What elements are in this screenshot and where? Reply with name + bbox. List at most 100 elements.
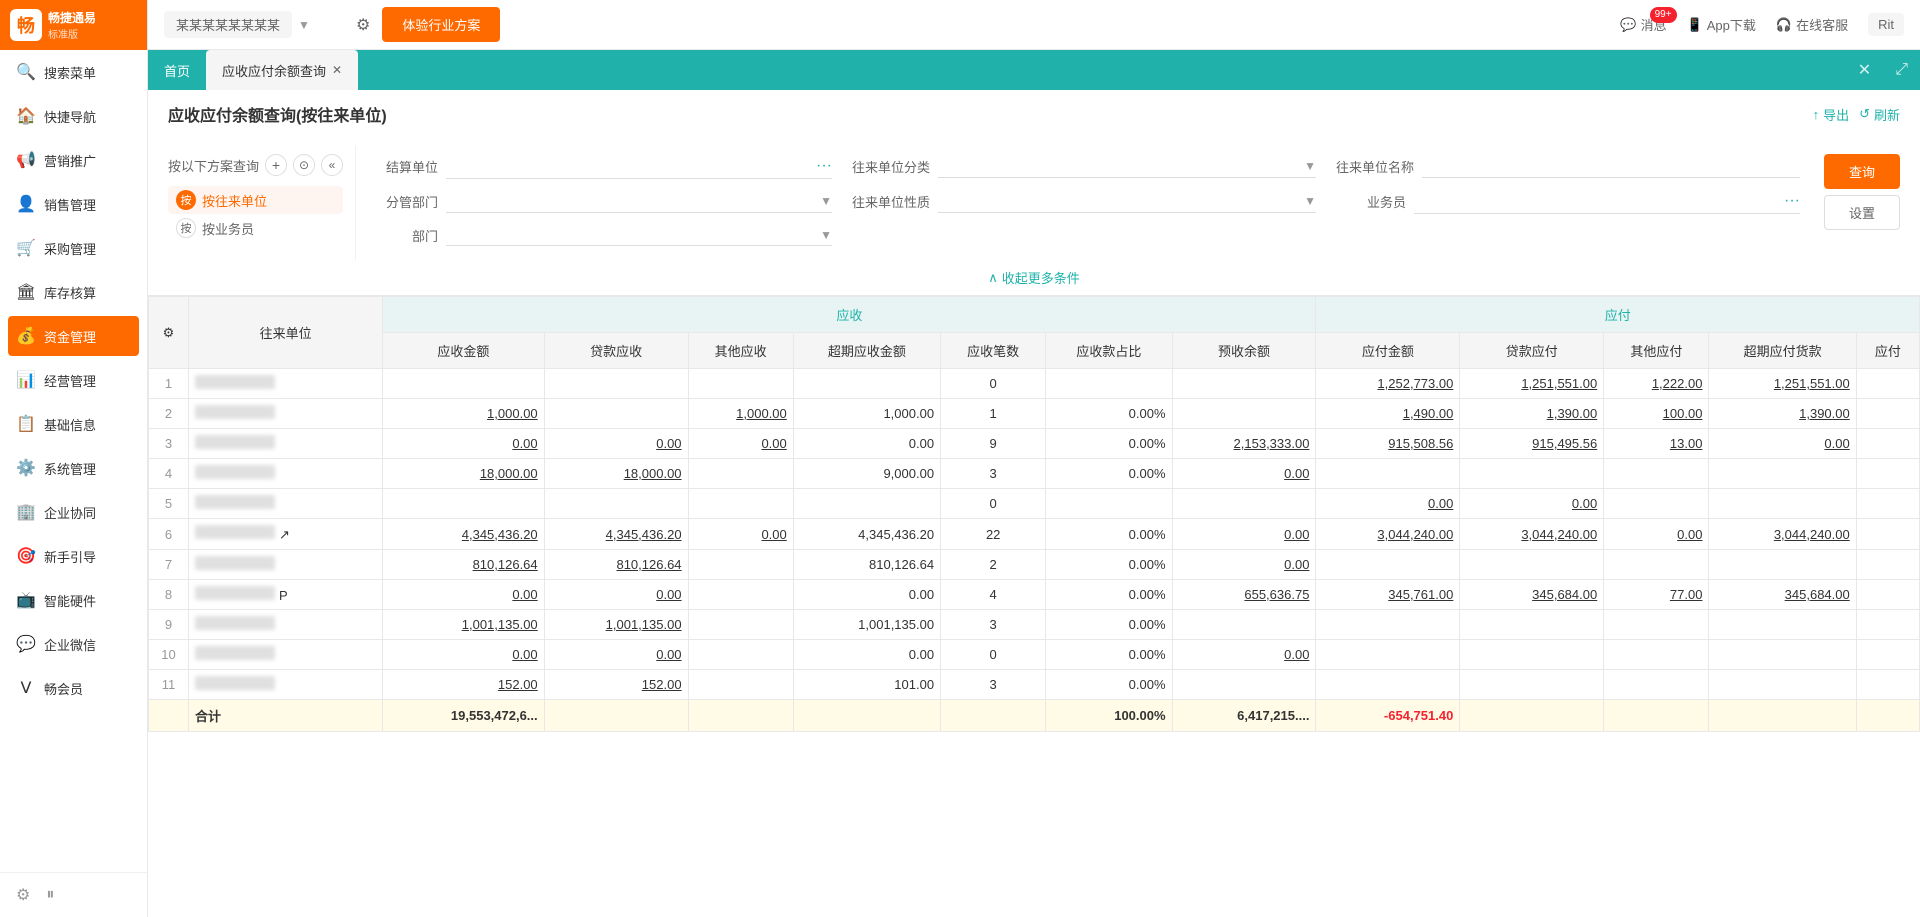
cell-link[interactable]: 152.00 <box>498 677 538 692</box>
salesman-input[interactable] <box>1414 194 1784 209</box>
salesman-dots-icon[interactable]: ··· <box>1784 192 1800 210</box>
cell-link[interactable]: 13.00 <box>1670 436 1703 451</box>
topbar-gear-icon[interactable]: ⚙ <box>356 15 370 35</box>
cell-link[interactable]: 0.00 <box>512 647 537 662</box>
cell-link[interactable]: 0.00 <box>761 436 786 451</box>
cell-link[interactable]: 77.00 <box>1670 587 1703 602</box>
sidebar-item-funds[interactable]: 💰 资金管理 <box>8 316 139 356</box>
sidebar-item-hardware[interactable]: 📺 智能硬件 <box>0 578 147 622</box>
filter-option-by-salesman[interactable]: 按 按业务员 <box>168 214 343 242</box>
company-nature-arrow-icon[interactable]: ▼ <box>1304 194 1316 208</box>
cell-link[interactable]: 0.00 <box>656 436 681 451</box>
sidebar-item-marketing[interactable]: 📢 营销推广 <box>0 138 147 182</box>
cell-link[interactable]: 810,126.64 <box>616 557 681 572</box>
cell-link[interactable]: 0.00 <box>656 587 681 602</box>
sidebar-item-purchase[interactable]: 🛒 采购管理 <box>0 226 147 270</box>
window-expand-btn[interactable]: ⤢ <box>1883 61 1920 79</box>
cell-link[interactable]: 345,684.00 <box>1532 587 1597 602</box>
cell-link[interactable]: 3,044,240.00 <box>1774 527 1850 542</box>
company-category-input[interactable] <box>938 159 1300 174</box>
sidebar-item-enterprise[interactable]: 🏢 企业协同 <box>0 490 147 534</box>
cell-link[interactable]: 0.00 <box>1677 527 1702 542</box>
collapse-sidebar-icon[interactable]: ⏸ <box>46 886 54 904</box>
export-btn[interactable]: ↑ 导出 <box>1813 105 1850 124</box>
settlement-unit-input[interactable] <box>446 159 816 174</box>
notification-btn[interactable]: 💬 消息 99+ <box>1620 15 1666 34</box>
department-input[interactable] <box>446 227 816 242</box>
cell-link[interactable]: 0.00 <box>1824 436 1849 451</box>
sidebar-item-inventory[interactable]: 🏛 库存核算 <box>0 270 147 314</box>
dept-input[interactable] <box>446 194 816 209</box>
cell-link[interactable]: 18,000.00 <box>624 466 682 481</box>
cell-link[interactable]: 345,761.00 <box>1388 587 1453 602</box>
cell-link[interactable]: 655,636.75 <box>1244 587 1309 602</box>
sidebar-item-quicknav[interactable]: 🏠 快捷导航 <box>0 94 147 138</box>
cell-link[interactable]: 810,126.64 <box>473 557 538 572</box>
sidebar-item-basic[interactable]: 📋 基础信息 <box>0 402 147 446</box>
cell-link[interactable]: 18,000.00 <box>480 466 538 481</box>
cell-link[interactable]: 0.00 <box>512 436 537 451</box>
sidebar-item-guide[interactable]: 🎯 新手引导 <box>0 534 147 578</box>
department-arrow-icon[interactable]: ▼ <box>820 228 832 242</box>
company-nature-input[interactable] <box>938 194 1300 209</box>
cell-link[interactable]: 1,000.00 <box>487 406 538 421</box>
filter-add-btn[interactable]: + <box>265 154 287 176</box>
brand-chevron-icon[interactable]: ▼ <box>298 18 310 32</box>
cell-link[interactable]: 0.00 <box>656 647 681 662</box>
cell-link[interactable]: 0.00 <box>1572 496 1597 511</box>
tab-close-icon[interactable]: ✕ <box>332 63 342 77</box>
query-btn[interactable]: 查询 <box>1824 154 1900 189</box>
cell-link[interactable]: 1,390.00 <box>1547 406 1598 421</box>
filter-option-by-company[interactable]: 按 按往来单位 <box>168 186 343 214</box>
cell-link[interactable]: 1,222.00 <box>1652 376 1703 391</box>
collapse-more-btn[interactable]: ∧ 收起更多条件 <box>148 260 1920 295</box>
sidebar-item-system[interactable]: ⚙️ 系统管理 <box>0 446 147 490</box>
cell-link[interactable]: 4,345,436.20 <box>462 527 538 542</box>
cell-link[interactable]: 1,251,551.00 <box>1774 376 1850 391</box>
sidebar-item-wechat[interactable]: 💬 企业微信 <box>0 622 147 666</box>
cell-link[interactable]: 0.00 <box>1284 466 1309 481</box>
cell-link[interactable]: 3,044,240.00 <box>1377 527 1453 542</box>
table-settings-icon[interactable]: ⚙ <box>163 325 175 340</box>
cell-link[interactable]: 1,390.00 <box>1799 406 1850 421</box>
cell-link[interactable]: 1,000.00 <box>736 406 787 421</box>
cell-link[interactable]: 0.00 <box>1284 557 1309 572</box>
filter-collapse-btn[interactable]: « <box>321 154 343 176</box>
cell-link[interactable]: 915,508.56 <box>1388 436 1453 451</box>
cell-link[interactable]: 1,001,135.00 <box>606 617 682 632</box>
cell-link[interactable]: 345,684.00 <box>1785 587 1850 602</box>
filter-settings-btn[interactable]: ⊙ <box>293 154 315 176</box>
settings-bottom-icon[interactable]: ⚙ <box>16 885 30 905</box>
tab-receivable[interactable]: 应收应付余额查询 ✕ <box>206 50 358 90</box>
window-close-btn[interactable]: ✕ <box>1846 60 1883 80</box>
cell-link[interactable]: 0.00 <box>1284 647 1309 662</box>
user-name[interactable]: Rit <box>1868 13 1904 36</box>
sidebar-item-member[interactable]: Ⅴ 畅会员 <box>0 666 147 710</box>
cell-link[interactable]: 0.00 <box>512 587 537 602</box>
online-service-btn[interactable]: 🎧 在线客服 <box>1776 15 1848 34</box>
sidebar-item-search[interactable]: 🔍 搜索菜单 <box>0 50 147 94</box>
cell-link[interactable]: 915,495.56 <box>1532 436 1597 451</box>
cell-link[interactable]: 1,252,773.00 <box>1377 376 1453 391</box>
tab-home[interactable]: 首页 <box>148 50 206 90</box>
cell-link[interactable]: 1,490.00 <box>1403 406 1454 421</box>
cell-link[interactable]: 100.00 <box>1663 406 1703 421</box>
settings-btn[interactable]: 设置 <box>1824 195 1900 230</box>
cell-link[interactable]: 2,153,333.00 <box>1234 436 1310 451</box>
sidebar-item-sales[interactable]: 👤 销售管理 <box>0 182 147 226</box>
settlement-unit-dots-icon[interactable]: ··· <box>816 157 832 175</box>
dept-arrow-icon[interactable]: ▼ <box>820 194 832 208</box>
cell-link[interactable]: 0.00 <box>1428 496 1453 511</box>
cell-link[interactable]: 1,001,135.00 <box>462 617 538 632</box>
th-settings[interactable]: ⚙ <box>149 297 189 369</box>
refresh-btn[interactable]: ↺ 刷新 <box>1859 105 1900 124</box>
cell-link[interactable]: 4,345,436.20 <box>606 527 682 542</box>
cell-link[interactable]: 3,044,240.00 <box>1521 527 1597 542</box>
cell-link[interactable]: 0.00 <box>761 527 786 542</box>
company-name-input[interactable] <box>1422 159 1800 174</box>
highlight-btn[interactable]: 体验行业方案 <box>382 7 500 42</box>
cell-link[interactable]: 1,251,551.00 <box>1521 376 1597 391</box>
cell-link[interactable]: 152.00 <box>642 677 682 692</box>
app-download-btn[interactable]: 📱 App下载 <box>1687 15 1756 34</box>
company-category-arrow-icon[interactable]: ▼ <box>1304 159 1316 173</box>
